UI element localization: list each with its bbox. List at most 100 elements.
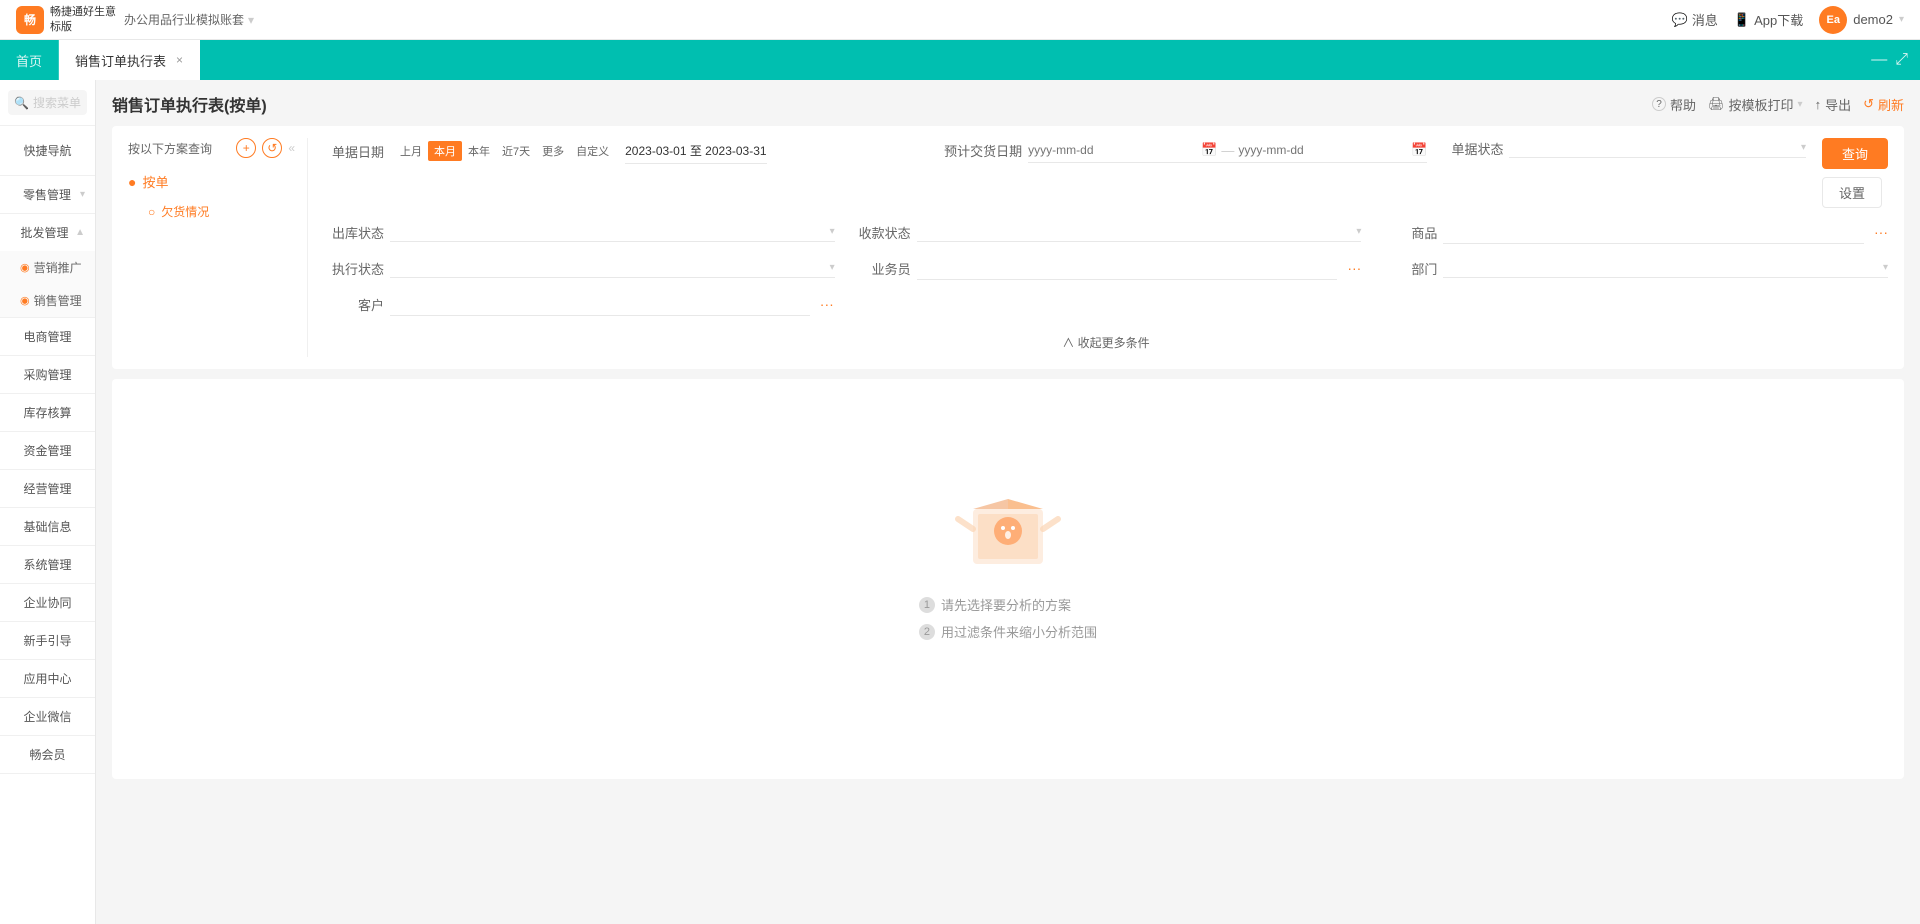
sidebar-section-system: 系统管理 xyxy=(0,546,95,584)
filter-field-collection: 收款状态 ▾ xyxy=(851,222,1362,242)
filter-form: 单据日期 上月 本月 本年 近7天 更多 自定义 xyxy=(308,138,1888,357)
breadcrumb-chevron-icon[interactable]: ▾ xyxy=(248,13,254,27)
scheme-add-button[interactable]: + xyxy=(236,138,256,158)
page-title: 销售订单执行表(按单) xyxy=(112,92,267,116)
print-chevron-icon: ▾ xyxy=(1798,99,1803,110)
scheme-panel: 按以下方案查询 + ↺ « ● 按单 xyxy=(128,138,308,357)
exec-status-select[interactable]: ▾ xyxy=(390,258,835,278)
date-btn-last-month[interactable]: 上月 xyxy=(394,141,428,161)
top-bar-left: 畅 畅捷通好生意 标版 办公用品行业模拟账套 ▾ xyxy=(16,5,254,34)
department-select[interactable]: ▾ xyxy=(1443,258,1888,278)
scheme-refresh-button[interactable]: ↺ xyxy=(262,138,282,158)
scheme-list: ● 按单 ○ 欠货情况 xyxy=(128,166,295,226)
sidebar-item-purchase[interactable]: 采购管理 xyxy=(0,356,95,393)
delivery-date-start-icon[interactable]: 📅 xyxy=(1201,142,1217,158)
customer-dots-button[interactable]: ··· xyxy=(820,296,834,312)
filter-field-exec-status: 执行状态 ▾ xyxy=(324,258,835,278)
delivery-date-end-icon[interactable]: 📅 xyxy=(1411,142,1427,158)
sidebar-item-wholesale[interactable]: 批发管理 ▲ xyxy=(0,214,95,251)
scheme-sub-icon: ○ xyxy=(148,205,155,219)
sidebar-item-marketing[interactable]: ◉ 营销推广 xyxy=(0,251,95,284)
goods-input[interactable] xyxy=(1443,220,1864,244)
department-chevron-icon: ▾ xyxy=(1883,262,1888,273)
sidebar-item-quicknav[interactable]: 快捷导航 xyxy=(0,132,95,169)
salesperson-dots-button[interactable]: ··· xyxy=(1347,260,1361,276)
sidebar-section-retail: 零售管理 ▾ xyxy=(0,176,95,214)
date-btn-current-year[interactable]: 本年 xyxy=(462,141,496,161)
scheme-item-debt[interactable]: ○ 欠货情况 xyxy=(128,197,295,226)
sidebar-item-apps[interactable]: 应用中心 xyxy=(0,660,95,697)
sidebar-item-basic[interactable]: 基础信息 xyxy=(0,508,95,545)
sales-icon: ◉ xyxy=(20,294,30,307)
empty-tips: 1 请先选择要分析的方案 2 用过滤条件来缩小分析范围 xyxy=(919,595,1097,641)
app-download-nav-item[interactable]: 📱 App下载 xyxy=(1734,10,1803,29)
sidebar-item-ecommerce[interactable]: 电商管理 xyxy=(0,318,95,355)
collection-status-select[interactable]: ▾ xyxy=(917,222,1362,242)
sidebar-item-member[interactable]: 畅会员 xyxy=(0,736,95,773)
filter-field-status: 单据状态 ▾ xyxy=(1443,138,1806,158)
query-button[interactable]: 查询 xyxy=(1822,138,1888,169)
settings-button[interactable]: 设置 xyxy=(1822,177,1882,208)
results-card: 1 请先选择要分析的方案 2 用过滤条件来缩小分析范围 xyxy=(112,379,1904,779)
print-icon: 🖨 xyxy=(1708,96,1725,112)
tab-home[interactable]: 首页 xyxy=(0,40,59,80)
sidebar-nav-section: 快捷导航 xyxy=(0,126,95,176)
empty-illustration xyxy=(948,459,1068,579)
filter-card: 按以下方案查询 + ↺ « ● 按单 xyxy=(112,126,1904,369)
sidebar-section-apps: 应用中心 xyxy=(0,660,95,698)
goods-dots-button[interactable]: ··· xyxy=(1874,224,1888,240)
sidebar-item-finance[interactable]: 资金管理 xyxy=(0,432,95,469)
print-button[interactable]: 🖨 按模板打印 ▾ xyxy=(1708,95,1803,114)
collapse-bar[interactable]: ∧ 收起更多条件 xyxy=(324,328,1888,357)
help-button[interactable]: ? 帮助 xyxy=(1652,95,1696,114)
tab-maximize-button[interactable]: ⤢ xyxy=(1895,51,1908,69)
delivery-date-start[interactable] xyxy=(1028,143,1197,157)
date-btn-last7days[interactable]: 近7天 xyxy=(496,141,536,161)
status-select[interactable]: ▾ xyxy=(1509,138,1806,158)
sidebar-item-wechat[interactable]: 企业微信 xyxy=(0,698,95,735)
filter-field-salesperson: 业务员 ··· xyxy=(851,256,1362,280)
date-btn-custom[interactable]: 自定义 xyxy=(570,141,615,161)
tab-minimize-button[interactable]: — xyxy=(1871,51,1887,69)
sidebar-section-member: 畅会员 xyxy=(0,736,95,774)
filter-row-1: 单据日期 上月 本月 本年 近7天 更多 自定义 xyxy=(324,138,1888,208)
scheme-collapse-button[interactable]: « xyxy=(288,141,295,155)
outbound-status-select[interactable]: ▾ xyxy=(390,222,835,242)
sidebar-section-ecommerce: 电商管理 xyxy=(0,318,95,356)
sidebar-search-input[interactable]: 🔍 搜索菜单 xyxy=(8,90,87,115)
sidebar-item-sales[interactable]: ◉ 销售管理 xyxy=(0,284,95,317)
avatar: Ea xyxy=(1819,6,1847,34)
retail-chevron-icon: ▾ xyxy=(80,189,85,200)
scheme-item-press-order[interactable]: ● 按单 xyxy=(128,166,295,197)
sidebar-section-purchase: 采购管理 xyxy=(0,356,95,394)
customer-input[interactable] xyxy=(390,292,810,316)
date-btn-more[interactable]: 更多 xyxy=(536,141,570,161)
sidebar-item-retail[interactable]: 零售管理 ▾ xyxy=(0,176,95,213)
top-bar: 畅 畅捷通好生意 标版 办公用品行业模拟账套 ▾ 💬 消息 📱 App下载 Ea… xyxy=(0,0,1920,40)
filter-field-delivery-date: 预计交货日期 📅 — 📅 xyxy=(944,138,1427,163)
sidebar-section-finance: 资金管理 xyxy=(0,432,95,470)
refresh-button[interactable]: ↺ 刷新 xyxy=(1863,95,1904,114)
sidebar-sub-wholesale: ◉ 营销推广 ◉ 销售管理 xyxy=(0,251,95,317)
user-nav-item[interactable]: Ea demo2 ▾ xyxy=(1819,6,1904,34)
export-button[interactable]: ↑ 导出 xyxy=(1815,95,1852,114)
date-btn-current-month[interactable]: 本月 xyxy=(428,141,462,161)
message-nav-item[interactable]: 💬 消息 xyxy=(1672,10,1718,29)
tab-sales-order[interactable]: 销售订单执行表 × xyxy=(59,40,200,80)
sidebar-section-operation: 经营管理 xyxy=(0,470,95,508)
search-icon: 🔍 xyxy=(14,96,29,110)
sidebar-item-newguide[interactable]: 新手引导 xyxy=(0,622,95,659)
sidebar-item-operation[interactable]: 经营管理 xyxy=(0,470,95,507)
sidebar-section-basic: 基础信息 xyxy=(0,508,95,546)
salesperson-input[interactable] xyxy=(917,256,1338,280)
tab-close-icon[interactable]: × xyxy=(176,53,183,67)
filter-row-4: 客户 ··· xyxy=(324,292,1888,316)
date-range-display: 2023-03-01 至 2023-03-31 xyxy=(625,138,766,164)
app-download-icon: 📱 xyxy=(1734,12,1750,28)
delivery-date-end[interactable] xyxy=(1238,143,1407,157)
tab-actions: — ⤢ xyxy=(1859,40,1920,80)
sidebar-item-enterprise[interactable]: 企业协同 xyxy=(0,584,95,621)
sidebar-item-inventory[interactable]: 库存核算 xyxy=(0,394,95,431)
sidebar-item-system[interactable]: 系统管理 xyxy=(0,546,95,583)
message-icon: 💬 xyxy=(1672,12,1688,28)
